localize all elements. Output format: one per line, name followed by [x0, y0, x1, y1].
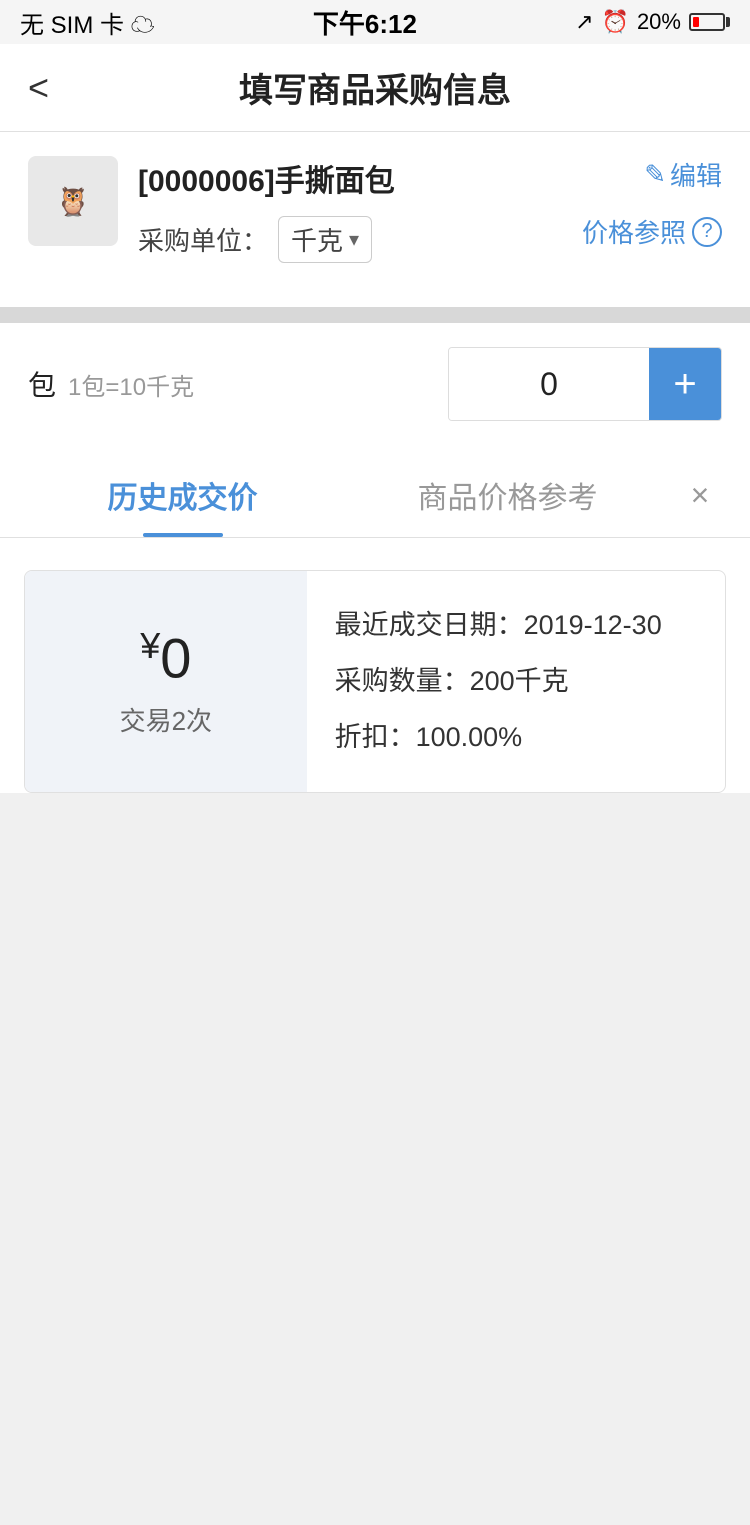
- tab-product-price-ref[interactable]: 商品价格参考: [345, 445, 670, 537]
- discount-row: 折扣：100.00%: [335, 719, 697, 757]
- product-left: 🦉 [0000006]手撕面包 采购单位： 千克 ▾: [28, 156, 395, 263]
- product-info: [0000006]手撕面包 采购单位： 千克 ▾: [138, 156, 395, 263]
- discount-value: 100.00%: [416, 722, 523, 752]
- history-card: ¥0 交易2次 最近成交日期：2019-12-30 采购数量：200千克 折扣：…: [24, 570, 726, 793]
- sim-signal-text: 无 SIM 卡 ☁: [20, 5, 155, 40]
- product-unit-row: 采购单位： 千克 ▾: [138, 216, 395, 263]
- battery-percent: 20%: [637, 9, 681, 35]
- quantity-row-detail: 采购数量：200千克: [335, 663, 697, 701]
- currency-symbol: ¥: [140, 625, 160, 666]
- quantity-row: 包 1包=10千克 +: [0, 323, 750, 445]
- quantity-label: 包 1包=10千克: [28, 364, 194, 404]
- recent-date-row: 最近成交日期：2019-12-30: [335, 607, 697, 645]
- quantity-unit-hint: 1包=10千克: [68, 367, 194, 402]
- recent-date-value: 2019-12-30: [524, 610, 662, 640]
- history-price-section: ¥0 交易2次: [25, 571, 307, 792]
- recent-date-label: 最近成交日期：: [335, 610, 524, 640]
- unit-value: 千克: [291, 221, 343, 258]
- price-ref-label: 价格参照: [582, 213, 686, 250]
- quantity-controls: +: [448, 347, 722, 421]
- quantity-detail-label: 采购数量：: [335, 666, 470, 696]
- history-price-display: ¥0: [140, 625, 191, 691]
- header: < 填写商品采购信息: [0, 44, 750, 132]
- history-trade-count: 交易2次: [120, 701, 212, 738]
- location-icon: ↗: [575, 9, 593, 35]
- alarm-icon: ⏰: [602, 9, 629, 35]
- unit-arrow-icon: ▾: [349, 227, 359, 252]
- tab-history-price[interactable]: 历史成交价: [20, 445, 345, 537]
- history-details-section: 最近成交日期：2019-12-30 采购数量：200千克 折扣：100.00%: [307, 571, 725, 792]
- bottom-panel: 历史成交价 商品价格参考 × ¥0 交易2次 最近成交日期：2019-12-30…: [0, 445, 750, 793]
- edit-icon: ✎: [644, 159, 666, 190]
- main-background: [0, 825, 750, 1525]
- unit-label: 采购单位：: [138, 221, 268, 258]
- price-ref-icon: ?: [692, 217, 722, 247]
- quantity-unit-label: 包: [28, 364, 56, 404]
- edit-label: 编辑: [670, 156, 722, 193]
- quantity-plus-button[interactable]: +: [649, 348, 721, 420]
- status-time: 下午6:12: [313, 4, 417, 41]
- status-right: ↗ ⏰ 20%: [575, 9, 730, 35]
- status-bar: 无 SIM 卡 ☁ 下午6:12 ↗ ⏰ 20%: [0, 0, 750, 44]
- back-button[interactable]: <: [28, 67, 49, 109]
- product-thumbnail: 🦉: [28, 156, 118, 246]
- product-thumb-icon: 🦉: [56, 185, 91, 218]
- tabs: 历史成交价 商品价格参考 ×: [0, 445, 750, 538]
- quantity-detail-value: 200千克: [470, 666, 569, 696]
- product-actions: ✎ 编辑 价格参照 ?: [582, 156, 722, 250]
- product-name: [0000006]手撕面包: [138, 156, 395, 200]
- section-divider: [0, 307, 750, 323]
- history-price-value: 0: [160, 627, 191, 690]
- product-card: 🦉 [0000006]手撕面包 采购单位： 千克 ▾ ✎ 编辑: [0, 132, 750, 307]
- battery-icon: [689, 13, 730, 31]
- status-left: 无 SIM 卡 ☁: [20, 5, 155, 40]
- tab-close-button[interactable]: ×: [670, 465, 730, 525]
- unit-select[interactable]: 千克 ▾: [278, 216, 372, 263]
- discount-label: 折扣：: [335, 722, 416, 752]
- quantity-input[interactable]: [449, 348, 649, 420]
- product-header: 🦉 [0000006]手撕面包 采购单位： 千克 ▾ ✎ 编辑: [28, 156, 722, 263]
- page-title: 填写商品采购信息: [239, 63, 511, 112]
- price-ref-button[interactable]: 价格参照 ?: [582, 213, 722, 250]
- edit-button[interactable]: ✎ 编辑: [644, 156, 722, 193]
